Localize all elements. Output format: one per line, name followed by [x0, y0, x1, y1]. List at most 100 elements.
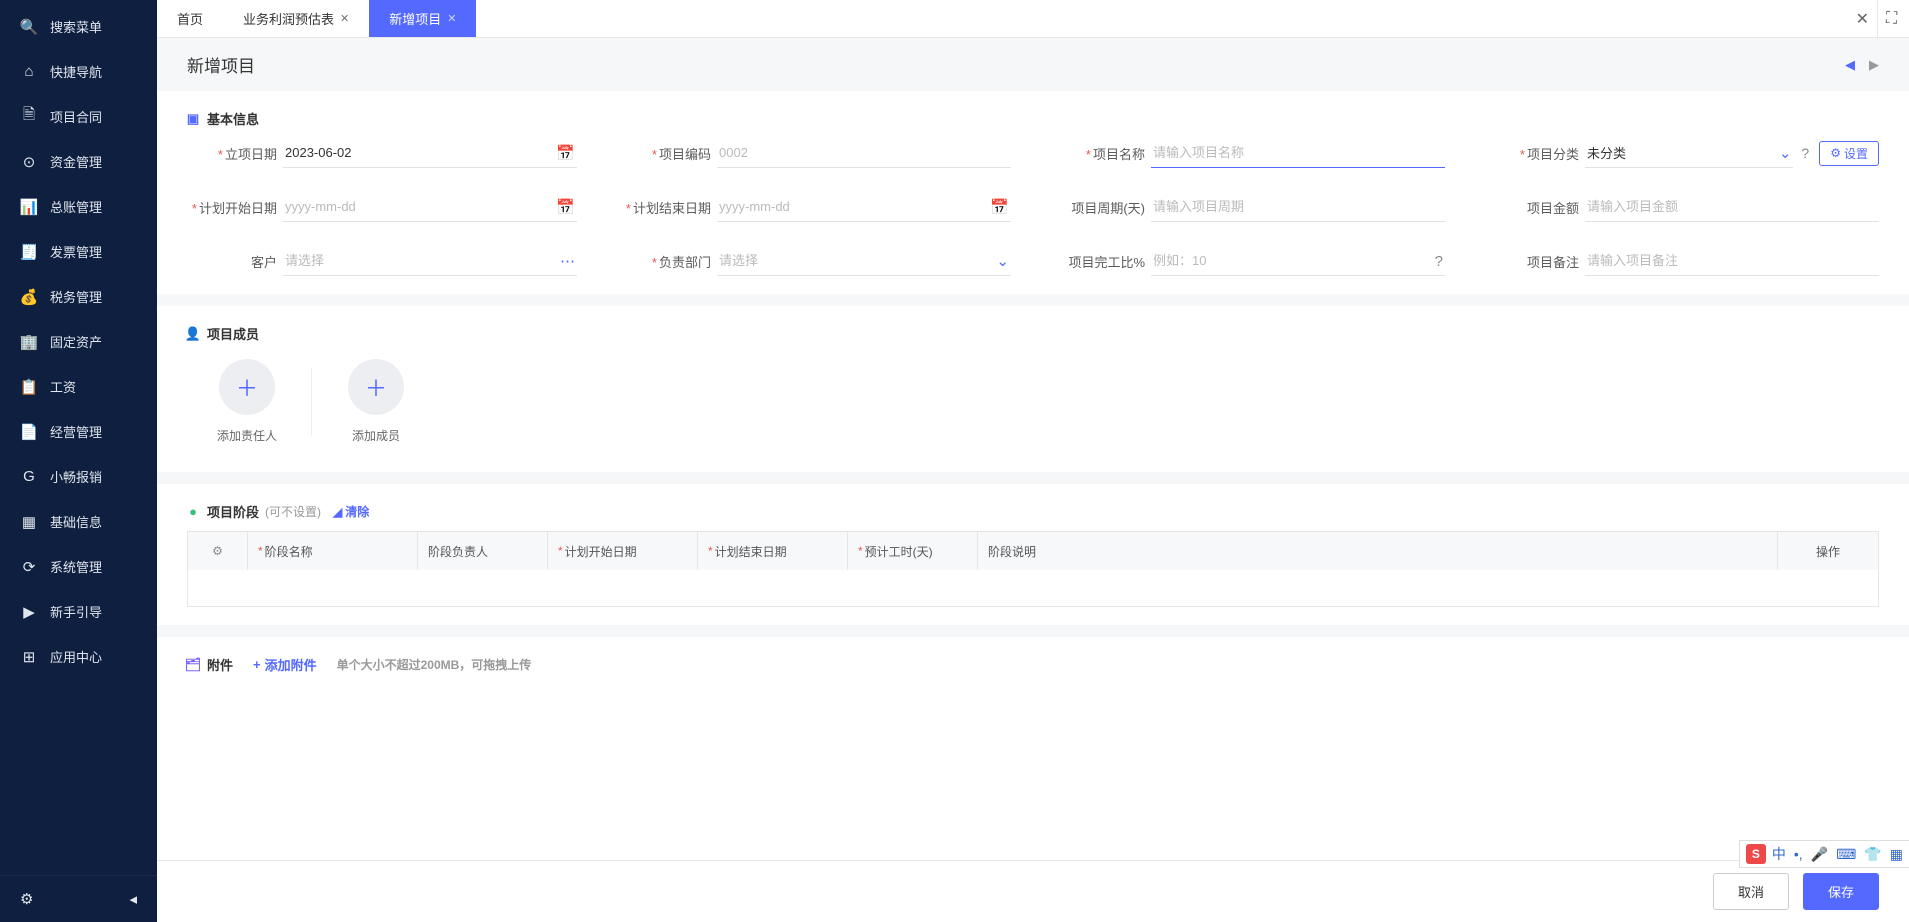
search-icon: 🔍 — [20, 18, 38, 36]
project-code-input[interactable] — [717, 138, 1011, 168]
prev-record-button[interactable]: ◀ — [1845, 57, 1855, 73]
chevron-down-icon[interactable]: ⌄ — [996, 252, 1009, 270]
fund-icon: ⊙ — [20, 153, 38, 171]
chevron-down-icon[interactable]: ⌄ — [1779, 144, 1792, 162]
section-title-phases: 项目阶段 — [207, 502, 259, 521]
sidebar-item-payroll[interactable]: 📋工资 — [0, 364, 157, 409]
tab-profit[interactable]: 业务利润预估表✕ — [223, 0, 369, 37]
add-member-button[interactable]: ＋ 添加成员 — [316, 359, 436, 444]
col-header: 阶段名称 — [265, 543, 313, 560]
fullscreen-button[interactable]: ⛶ — [1877, 0, 1909, 37]
completion-input[interactable] — [1151, 246, 1445, 276]
topbar: 首页 业务利润预估表✕ 新增项目✕ ✕ ⛶ — [157, 0, 1909, 38]
sidebar-item-basic[interactable]: ▦基础信息 — [0, 499, 157, 544]
section-subtitle: (可不设置) — [265, 503, 321, 520]
phase-table-body[interactable] — [188, 570, 1878, 606]
sidebar-item-funds[interactable]: ⊙ 资金管理 — [0, 139, 157, 184]
sidebar-item-operations[interactable]: 📄 经营管理 — [0, 409, 157, 454]
section-title-basic: 基本信息 — [207, 109, 259, 128]
project-name-input[interactable] — [1151, 138, 1445, 168]
sidebar-item-invoice[interactable]: 🧾发票管理 — [0, 229, 157, 274]
tab-new-project[interactable]: 新增项目✕ — [369, 0, 476, 37]
ime-menu-icon[interactable]: ▦ — [1890, 846, 1903, 863]
field-label: 项目金额 — [1527, 201, 1579, 216]
calendar-icon[interactable]: 📅 — [556, 144, 575, 162]
field-label: 客户 — [251, 255, 277, 270]
gear-icon[interactable]: ⚙ — [20, 890, 33, 908]
ime-keyboard-icon[interactable]: ⌨ — [1836, 846, 1856, 863]
home-icon: ⌂ — [20, 63, 38, 81]
save-button[interactable]: 保存 — [1803, 873, 1879, 910]
tab-home[interactable]: 首页 — [157, 0, 223, 37]
sidebar-item-guide[interactable]: ▶新手引导 — [0, 589, 157, 634]
doc-icon: 📄 — [20, 423, 38, 441]
sidebar-item-assets[interactable]: 🏢 固定资产 — [0, 319, 157, 364]
col-header: 阶段负责人 — [428, 543, 488, 560]
more-icon[interactable]: ⋯ — [560, 252, 575, 270]
field-label: 项目名称 — [1093, 147, 1145, 162]
phase-table: ⚙ *阶段名称 阶段负责人 *计划开始日期 *计划结束日期 *预计工时(天) 阶… — [187, 531, 1879, 607]
field-label: 项目分类 — [1527, 147, 1579, 162]
calendar-icon[interactable]: 📅 — [990, 198, 1009, 216]
attachment-icon: 🗂 — [187, 659, 199, 671]
field-label: 项目备注 — [1527, 255, 1579, 270]
ime-skin-icon[interactable]: 👕 — [1864, 846, 1881, 863]
collapse-icon[interactable]: ◂ — [129, 890, 137, 908]
sidebar-item-apps[interactable]: ⊞应用中心 — [0, 634, 157, 679]
ime-punct-icon[interactable]: •, — [1794, 846, 1803, 862]
close-icon[interactable]: ✕ — [447, 12, 456, 25]
invoice-icon: 🧾 — [20, 243, 38, 261]
customer-select[interactable] — [283, 246, 577, 276]
add-owner-button[interactable]: ＋ 添加责任人 — [187, 359, 307, 444]
person-icon: 👤 — [187, 328, 199, 340]
info-icon: ▣ — [187, 113, 199, 125]
cancel-button[interactable]: 取消 — [1713, 873, 1789, 910]
sidebar: 🔍 搜索菜单 ⌂快捷导航 🗎项目合同 ⊙ 资金管理 📊总账管理 🧾发票管理 💰税务… — [0, 0, 157, 922]
sidebar-item-contract[interactable]: 🗎项目合同 — [0, 94, 157, 139]
page-header: 新增项目 ◀ ▶ — [157, 38, 1909, 91]
category-settings-button[interactable]: ⚙设置 — [1819, 141, 1879, 166]
project-category-select[interactable] — [1585, 138, 1793, 168]
sidebar-search[interactable]: 🔍 搜索菜单 — [0, 4, 157, 49]
sidebar-item-system[interactable]: ⟳系统管理 — [0, 544, 157, 589]
building-icon: 🏢 — [20, 333, 38, 351]
close-icon[interactable]: ✕ — [340, 12, 349, 25]
next-record-button: ▶ — [1869, 57, 1879, 73]
section-title-members: 项目成员 — [207, 324, 259, 343]
estab-date-input[interactable] — [283, 138, 577, 168]
sidebar-item-label: 系统管理 — [50, 557, 102, 576]
ledger-icon: 📊 — [20, 198, 38, 216]
project-amount-input[interactable] — [1585, 192, 1879, 222]
attachment-hint: 单个大小不超过200MB，可拖拽上传 — [337, 656, 532, 673]
calendar-icon[interactable]: 📅 — [556, 198, 575, 216]
remark-input[interactable] — [1585, 246, 1879, 276]
sidebar-item-label: 固定资产 — [50, 332, 102, 351]
sidebar-item-tax[interactable]: 💰税务管理 — [0, 274, 157, 319]
sidebar-item-label: 经营管理 — [50, 422, 102, 441]
close-all-button[interactable]: ✕ — [1848, 0, 1877, 37]
sidebar-item-quicknav[interactable]: ⌂快捷导航 — [0, 49, 157, 94]
sidebar-search-label: 搜索菜单 — [50, 17, 102, 36]
clear-phases-button[interactable]: ◢清除 — [333, 503, 369, 520]
plan-end-input[interactable] — [717, 192, 1011, 222]
ime-lang[interactable]: 中 — [1772, 844, 1786, 864]
expense-icon: G — [20, 468, 38, 486]
phase-settings-column[interactable]: ⚙ — [188, 532, 248, 570]
help-icon[interactable]: ? — [1435, 253, 1443, 270]
sidebar-item-expense[interactable]: G 小畅报销 — [0, 454, 157, 499]
tab-label: 首页 — [177, 9, 203, 28]
field-label: 计划开始日期 — [199, 201, 277, 216]
sidebar-item-ledger[interactable]: 📊总账管理 — [0, 184, 157, 229]
department-select[interactable] — [717, 246, 1011, 276]
add-attachment-button[interactable]: +添加附件 — [253, 655, 317, 674]
plan-start-input[interactable] — [283, 192, 577, 222]
sidebar-item-label: 小畅报销 — [50, 467, 102, 486]
field-label: 项目完工比% — [1068, 255, 1145, 270]
ime-mic-icon[interactable]: 🎤 — [1811, 846, 1828, 863]
project-period-input[interactable] — [1151, 192, 1445, 222]
col-header: 计划开始日期 — [565, 543, 637, 560]
ime-toolbar: S 中 •, 🎤 ⌨ 👕 ▦ — [1739, 840, 1909, 868]
sidebar-item-label: 资金管理 — [50, 152, 102, 171]
guide-icon: ▶ — [20, 603, 38, 621]
help-icon[interactable]: ? — [1801, 145, 1809, 161]
